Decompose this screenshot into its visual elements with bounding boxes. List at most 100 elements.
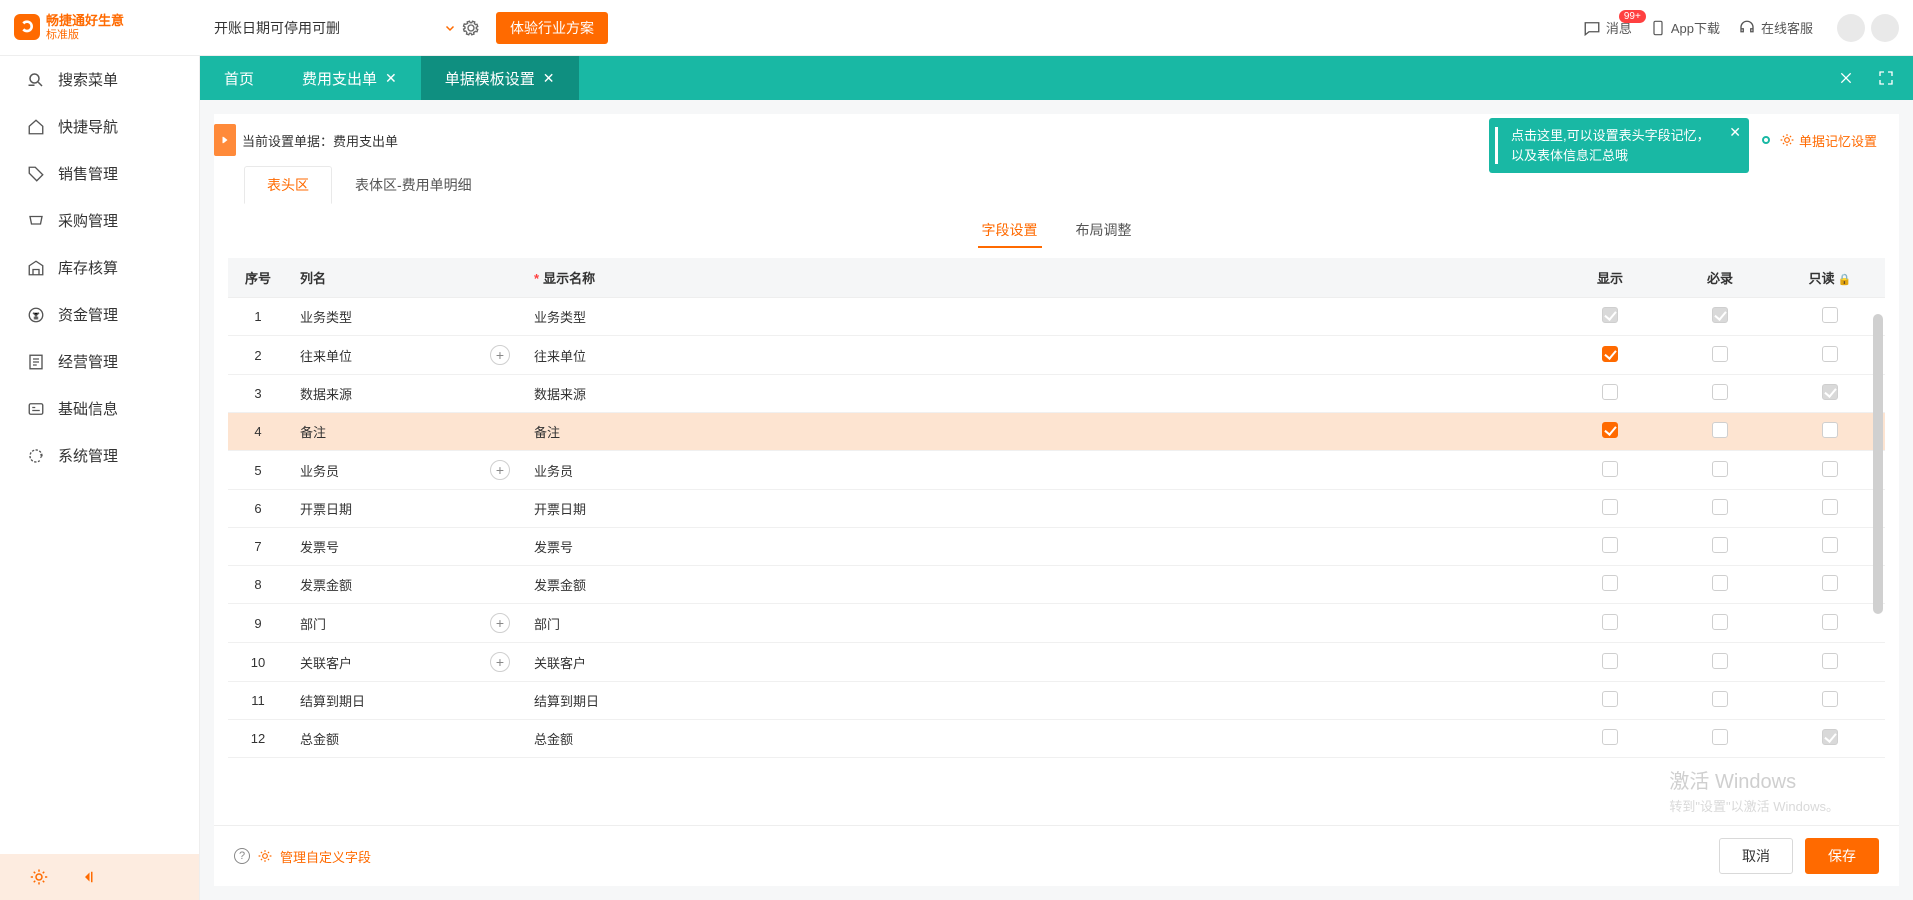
table-row[interactable]: 10关联客户+关联客户 [228,643,1885,682]
checkbox[interactable] [1822,537,1838,553]
logo[interactable]: 畅捷通好生意 标准版 [14,14,200,40]
cell-display[interactable]: 备注 [522,413,1555,451]
sidebar-item-4[interactable]: 库存核算 [0,244,199,291]
checkbox[interactable] [1822,422,1838,438]
checkbox[interactable] [1602,575,1618,591]
checkbox[interactable] [1602,691,1618,707]
help-icon[interactable]: ? [234,848,250,864]
tab-2[interactable]: 单据模板设置✕ [421,56,579,100]
checkbox[interactable] [1822,346,1838,362]
cell-display[interactable]: 关联客户 [522,643,1555,682]
sub-tab-layout[interactable]: 布局调整 [1072,214,1136,248]
checkbox[interactable] [1712,461,1728,477]
checkbox[interactable] [1602,537,1618,553]
sidebar-item-8[interactable]: 系统管理 [0,432,199,479]
avatars[interactable] [1837,14,1899,42]
tooltip-close-icon[interactable]: ✕ [1729,122,1741,143]
sidebar-item-3[interactable]: 采购管理 [0,197,199,244]
gear-icon[interactable] [30,868,48,886]
checkbox[interactable] [1712,575,1728,591]
account-selector[interactable]: 开账日期可停用可删 [214,18,456,38]
checkbox[interactable] [1602,653,1618,669]
messages-button[interactable]: 消息 99+ [1583,18,1632,37]
avatar[interactable] [1837,14,1865,42]
checkbox[interactable] [1712,614,1728,630]
app-download-button[interactable]: App下载 [1650,18,1720,37]
sidebar-item-7[interactable]: 基础信息 [0,385,199,432]
area-tab-header[interactable]: 表头区 [244,166,332,204]
checkbox[interactable] [1712,499,1728,515]
table-row[interactable]: 3数据来源数据来源 [228,375,1885,413]
cell-display[interactable]: 发票金额 [522,566,1555,604]
table-row[interactable]: 7发票号发票号 [228,528,1885,566]
checkbox[interactable] [1602,384,1618,400]
checkbox[interactable] [1712,346,1728,362]
checkbox[interactable] [1712,422,1728,438]
cell-display[interactable]: 数据来源 [522,375,1555,413]
avatar[interactable] [1871,14,1899,42]
collapse-icon[interactable] [78,868,98,886]
memory-settings-link[interactable]: 单据记忆设置 [1780,131,1877,150]
cell-display[interactable]: 发票号 [522,528,1555,566]
table-row[interactable]: 4备注备注 [228,413,1885,451]
checkbox[interactable] [1822,614,1838,630]
add-icon[interactable]: + [490,652,510,672]
expand-handle[interactable] [214,124,236,156]
tab-0[interactable]: 首页 [200,56,278,100]
checkbox[interactable] [1822,461,1838,477]
sidebar-item-1[interactable]: 快捷导航 [0,103,199,150]
cell-display[interactable]: 往来单位 [522,336,1555,375]
sidebar-item-6[interactable]: 经营管理 [0,338,199,385]
add-icon[interactable]: + [490,345,510,365]
checkbox[interactable] [1822,691,1838,707]
sidebar-item-0[interactable]: 搜索菜单 [0,56,199,103]
tab-close-icon[interactable]: ✕ [385,70,397,87]
save-button[interactable]: 保存 [1805,838,1879,874]
cell-display[interactable]: 业务类型 [522,298,1555,336]
sub-tab-fields[interactable]: 字段设置 [978,214,1042,248]
checkbox[interactable] [1712,537,1728,553]
tab-1[interactable]: 费用支出单✕ [278,56,421,100]
checkbox[interactable] [1822,499,1838,515]
fullscreen-button[interactable] [1871,63,1901,93]
table-row[interactable]: 6开票日期开票日期 [228,490,1885,528]
industry-plan-button[interactable]: 体验行业方案 [496,12,608,44]
close-all-tabs-button[interactable] [1831,63,1861,93]
tab-close-icon[interactable]: ✕ [543,70,555,87]
checkbox[interactable] [1602,614,1618,630]
sidebar-item-2[interactable]: 销售管理 [0,150,199,197]
manage-custom-fields-link[interactable]: 管理自定义字段 [280,847,371,866]
checkbox[interactable] [1602,729,1618,745]
checkbox[interactable] [1822,653,1838,669]
sidebar-item-5[interactable]: 资金管理 [0,291,199,338]
table-row[interactable]: 2往来单位+往来单位 [228,336,1885,375]
checkbox[interactable] [1822,307,1838,323]
checkbox[interactable] [1602,499,1618,515]
add-icon[interactable]: + [490,613,510,633]
add-icon[interactable]: + [490,460,510,480]
table-row[interactable]: 12总金额总金额 [228,720,1885,758]
cancel-button[interactable]: 取消 [1719,838,1793,874]
area-tab-body[interactable]: 表体区-费用单明细 [332,166,495,204]
cell-display[interactable]: 总金额 [522,720,1555,758]
customer-service-button[interactable]: 在线客服 [1738,18,1813,37]
table-row[interactable]: 11结算到期日结算到期日 [228,682,1885,720]
cell-display[interactable]: 部门 [522,604,1555,643]
checkbox[interactable] [1712,691,1728,707]
checkbox[interactable] [1602,422,1618,438]
table-row[interactable]: 1业务类型业务类型 [228,298,1885,336]
table-row[interactable]: 9部门+部门 [228,604,1885,643]
checkbox[interactable] [1822,575,1838,591]
cell-display[interactable]: 业务员 [522,451,1555,490]
table-row[interactable]: 8发票金额发票金额 [228,566,1885,604]
checkbox[interactable] [1712,653,1728,669]
table-row[interactable]: 5业务员+业务员 [228,451,1885,490]
cell-display[interactable]: 开票日期 [522,490,1555,528]
checkbox[interactable] [1602,461,1618,477]
settings-button[interactable] [456,13,486,43]
scrollbar[interactable] [1873,314,1883,614]
cell-display[interactable]: 结算到期日 [522,682,1555,720]
checkbox[interactable] [1602,346,1618,362]
checkbox[interactable] [1712,729,1728,745]
checkbox[interactable] [1712,384,1728,400]
